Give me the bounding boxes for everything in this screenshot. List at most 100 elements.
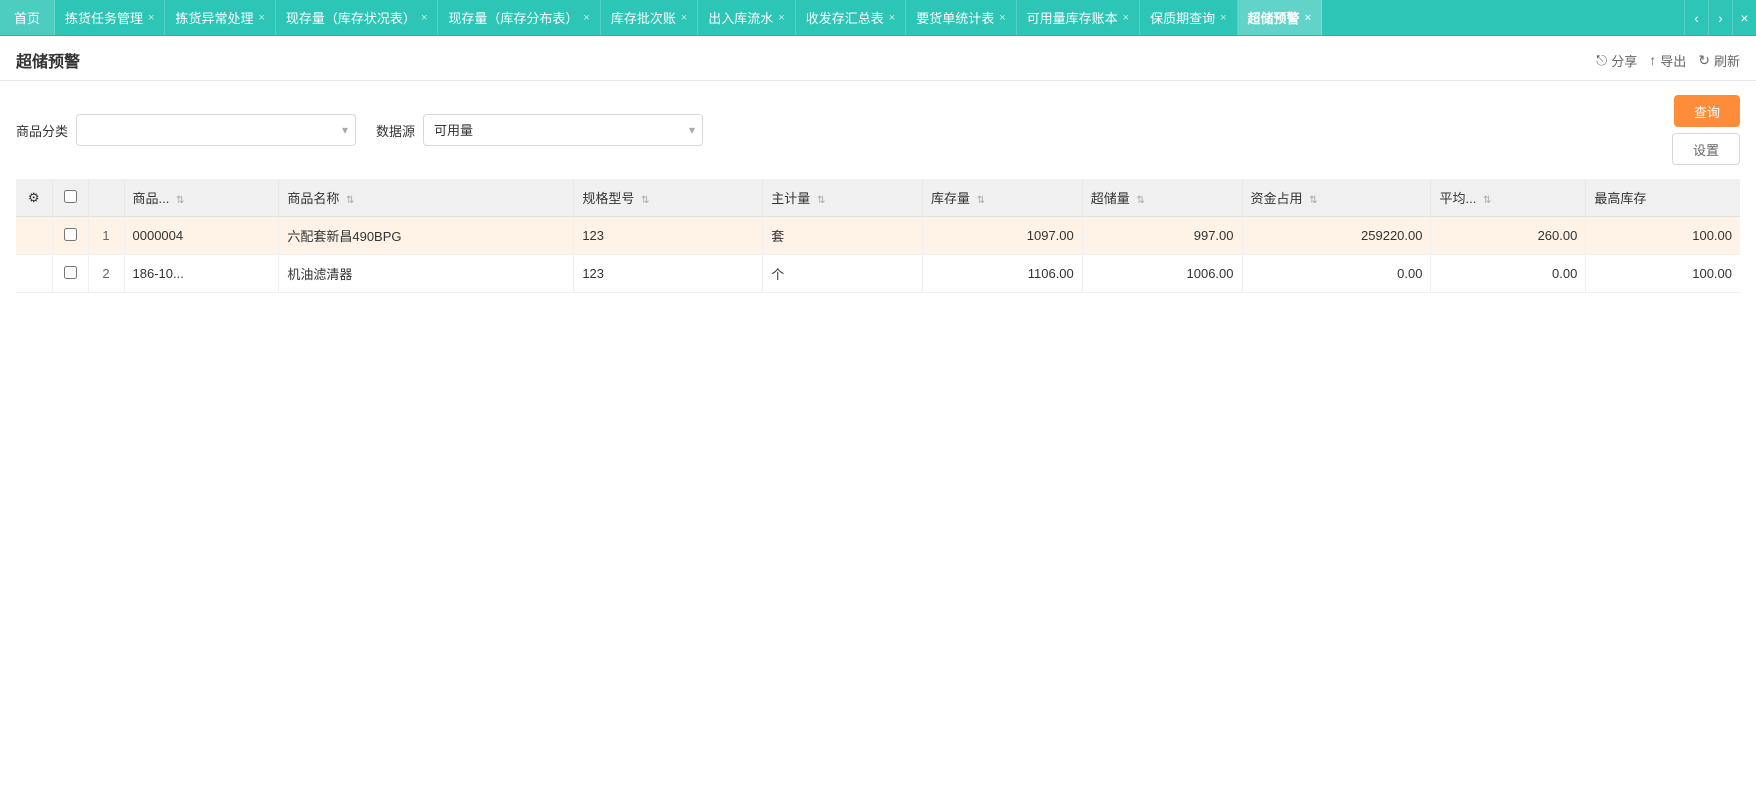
main-table: ⚙ 商品... ⇅ 商品名称 ⇅ 规格型号 xyxy=(16,179,1740,293)
nav-tab-batch-account-label: 库存批次账 xyxy=(611,8,676,27)
th-spec-sort-icon: ⇅ xyxy=(641,195,649,206)
th-stock-label: 库存量 xyxy=(931,191,970,206)
table-body: 1 0000004 六配套新昌490BPG 123 套 1097.00 997.… xyxy=(16,217,1740,293)
row-avg: 260.00 xyxy=(1431,217,1586,255)
share-button[interactable]: ⎋ 分享 xyxy=(1596,51,1637,70)
row-product-code: 0000004 xyxy=(124,217,279,255)
close-overstock-warning-icon[interactable]: × xyxy=(1305,12,1311,24)
th-overstock-label: 超储量 xyxy=(1091,191,1130,206)
table-wrap: ⚙ 商品... ⇅ 商品名称 ⇅ 规格型号 xyxy=(0,179,1756,293)
row-stock: 1106.00 xyxy=(923,255,1083,293)
close-recv-send-icon[interactable]: × xyxy=(889,12,895,24)
th-product-name-label: 商品名称 xyxy=(287,191,339,206)
close-stock-status-icon[interactable]: × xyxy=(421,12,427,24)
nav-next-button[interactable]: › xyxy=(1708,0,1732,36)
category-select-wrap: ▾ xyxy=(76,114,356,146)
table-header-row: ⚙ 商品... ⇅ 商品名称 ⇅ 规格型号 xyxy=(16,179,1740,217)
nav-tab-pick-exception-label: 拣货异常处理 xyxy=(175,8,253,27)
datasource-select-wrap: 可用量 库存量 ▾ xyxy=(423,114,703,146)
query-button[interactable]: 查询 xyxy=(1674,95,1740,127)
nav-tab-order-stat[interactable]: 要货单统计表 × xyxy=(906,0,1016,36)
datasource-select[interactable]: 可用量 库存量 xyxy=(423,114,703,146)
settings-button[interactable]: 设置 xyxy=(1672,133,1740,165)
nav-tab-inout-flow-label: 出入库流水 xyxy=(708,8,773,27)
th-product-code-sort-icon: ⇅ xyxy=(176,195,184,206)
row-checkbox-cell[interactable] xyxy=(52,217,88,255)
th-max-stock[interactable]: 最高库存 xyxy=(1586,179,1740,217)
nav-prev-button[interactable]: ‹ xyxy=(1684,0,1708,36)
category-filter: 商品分类 ▾ xyxy=(16,114,356,146)
row-capital: 0.00 xyxy=(1242,255,1431,293)
nav-tab-available-stock[interactable]: 可用量库存账本 × xyxy=(1017,0,1140,36)
export-button[interactable]: ↑ 导出 xyxy=(1649,51,1686,70)
row-stock: 1097.00 xyxy=(923,217,1083,255)
row-max-stock: 100.00 xyxy=(1586,255,1740,293)
nav-tab-pick-task-label: 拣货任务管理 xyxy=(65,8,143,27)
th-checkbox[interactable] xyxy=(52,179,88,217)
row-unit: 个 xyxy=(763,255,923,293)
export-label: 导出 xyxy=(1660,51,1686,70)
nav-tab-batch-account[interactable]: 库存批次账 × xyxy=(601,0,698,36)
filter-row: 商品分类 ▾ 数据源 可用量 库存量 ▾ 查询 设置 xyxy=(0,81,1756,179)
nav-tab-inout-flow[interactable]: 出入库流水 × xyxy=(698,0,795,36)
th-product-code[interactable]: 商品... ⇅ xyxy=(124,179,279,217)
th-num xyxy=(88,179,124,217)
nav-tab-pick-task[interactable]: 拣货任务管理 × xyxy=(55,0,165,36)
nav-close-button[interactable]: × xyxy=(1732,0,1756,36)
close-available-stock-icon[interactable]: × xyxy=(1123,12,1129,24)
th-avg[interactable]: 平均... ⇅ xyxy=(1431,179,1586,217)
nav-tab-expiry-query[interactable]: 保质期查询 × xyxy=(1140,0,1237,36)
th-product-name[interactable]: 商品名称 ⇅ xyxy=(279,179,574,217)
row-gear-cell xyxy=(16,255,52,293)
row-checkbox-cell[interactable] xyxy=(52,255,88,293)
nav-tab-stock-dist[interactable]: 现存量（库存分布表） × xyxy=(438,0,600,36)
refresh-label: 刷新 xyxy=(1714,51,1740,70)
nav-tab-overstock-warning-label: 超储预警 xyxy=(1248,8,1300,27)
close-pick-exception-icon[interactable]: × xyxy=(258,12,264,24)
close-inout-flow-icon[interactable]: × xyxy=(778,12,784,24)
row-checkbox[interactable] xyxy=(64,228,77,241)
nav-tab-home[interactable]: 首页 xyxy=(0,0,55,36)
close-expiry-query-icon[interactable]: × xyxy=(1220,12,1226,24)
row-spec: 123 xyxy=(574,217,763,255)
share-label: 分享 xyxy=(1611,51,1637,70)
top-nav: 首页 拣货任务管理 × 拣货异常处理 × 现存量（库存状况表） × 现存量（库存… xyxy=(0,0,1756,36)
close-stock-dist-icon[interactable]: × xyxy=(583,12,589,24)
refresh-button[interactable]: ↻ 刷新 xyxy=(1698,51,1740,70)
th-gear[interactable]: ⚙ xyxy=(16,179,52,217)
row-checkbox[interactable] xyxy=(64,266,77,279)
nav-tab-recv-send-label: 收发存汇总表 xyxy=(806,8,884,27)
nav-tab-order-stat-label: 要货单统计表 xyxy=(916,8,994,27)
th-unit[interactable]: 主计量 ⇅ xyxy=(763,179,923,217)
row-overstock: 1006.00 xyxy=(1082,255,1242,293)
nav-tab-recv-send[interactable]: 收发存汇总表 × xyxy=(796,0,906,36)
th-unit-label: 主计量 xyxy=(771,191,810,206)
close-pick-task-icon[interactable]: × xyxy=(148,12,154,24)
category-filter-label: 商品分类 xyxy=(16,121,68,140)
th-spec[interactable]: 规格型号 ⇅ xyxy=(574,179,763,217)
th-stock[interactable]: 库存量 ⇅ xyxy=(923,179,1083,217)
share-icon: ⎋ xyxy=(1596,52,1607,69)
th-overstock[interactable]: 超储量 ⇅ xyxy=(1082,179,1242,217)
gear-icon: ⚙ xyxy=(28,190,40,205)
select-all-checkbox[interactable] xyxy=(64,190,77,203)
filter-buttons: 查询 设置 xyxy=(1672,95,1740,165)
th-product-code-label: 商品... xyxy=(133,191,170,206)
row-product-name: 六配套新昌490BPG xyxy=(279,217,574,255)
close-batch-account-icon[interactable]: × xyxy=(681,12,687,24)
th-capital-sort-icon: ⇅ xyxy=(1309,195,1317,206)
th-overstock-sort-icon: ⇅ xyxy=(1136,195,1144,206)
nav-tab-pick-exception[interactable]: 拣货异常处理 × xyxy=(165,0,275,36)
row-product-code: 186-10... xyxy=(124,255,279,293)
row-avg: 0.00 xyxy=(1431,255,1586,293)
category-select[interactable] xyxy=(76,114,356,146)
close-order-stat-icon[interactable]: × xyxy=(999,12,1005,24)
th-spec-label: 规格型号 xyxy=(582,191,634,206)
nav-tab-overstock-warning[interactable]: 超储预警 × xyxy=(1238,0,1322,36)
nav-tab-stock-status[interactable]: 现存量（库存状况表） × xyxy=(276,0,438,36)
th-capital[interactable]: 资金占用 ⇅ xyxy=(1242,179,1431,217)
row-gear-cell xyxy=(16,217,52,255)
page-header: 超储预警 ⎋ 分享 ↑ 导出 ↻ 刷新 xyxy=(0,36,1756,81)
row-spec: 123 xyxy=(574,255,763,293)
th-capital-label: 资金占用 xyxy=(1251,191,1303,206)
